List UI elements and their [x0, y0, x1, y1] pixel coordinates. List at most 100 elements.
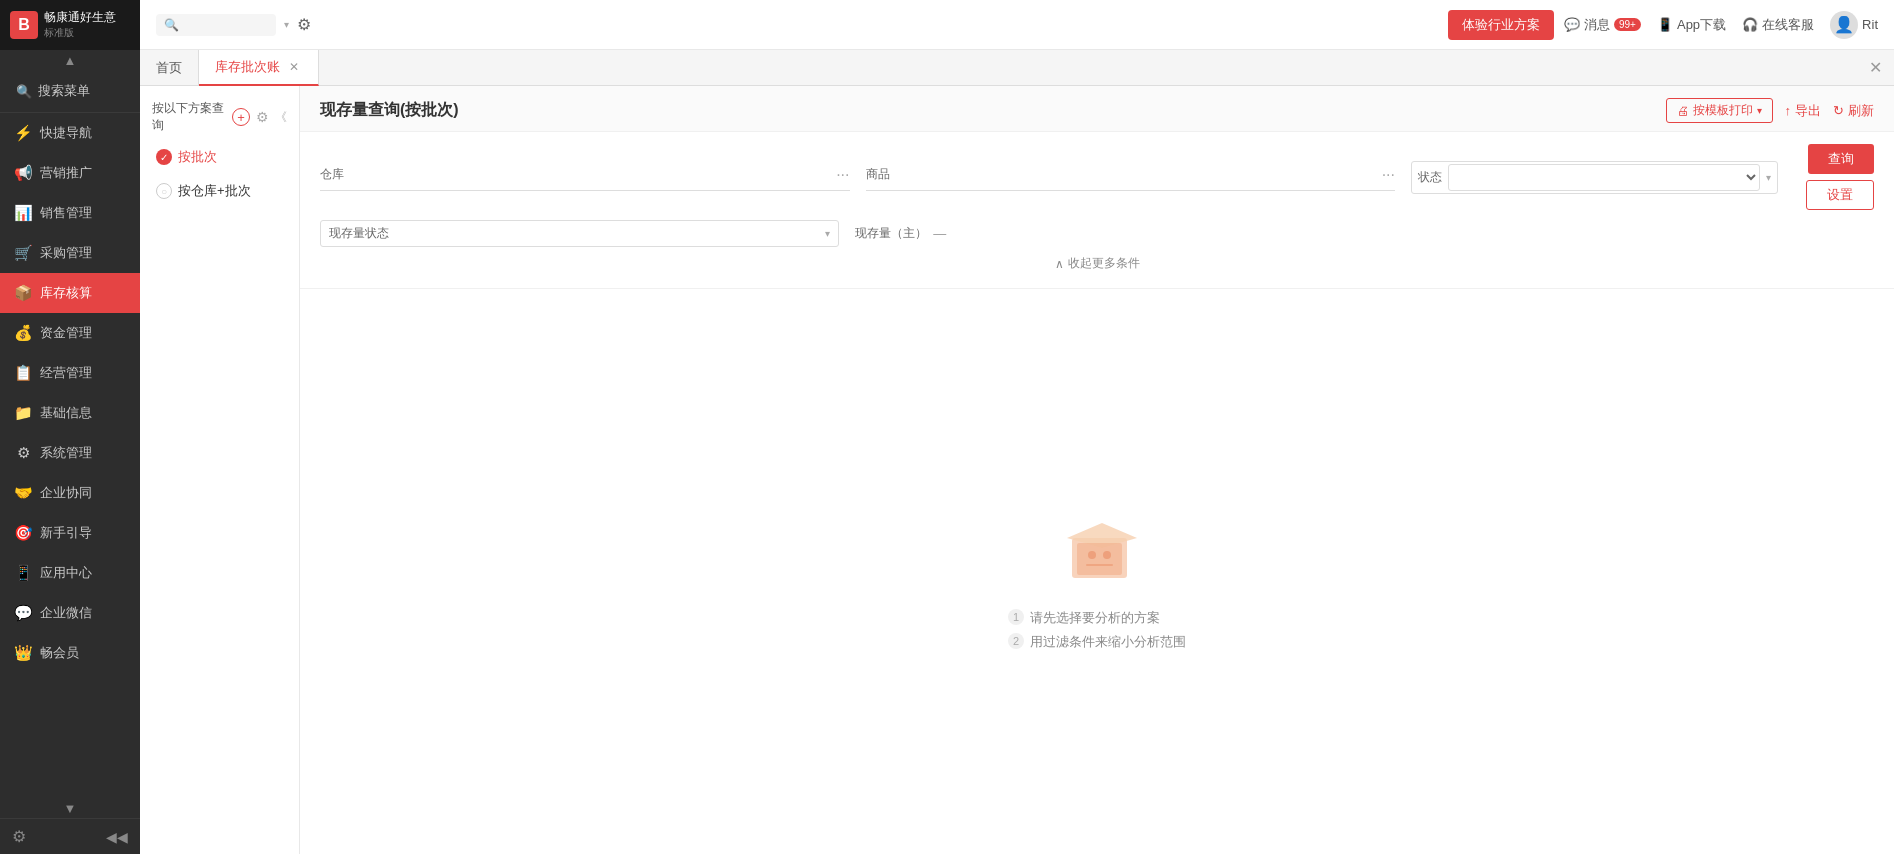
left-panel: 按以下方案查询 + ⚙ 《 ✓ 按批次 ○ 按仓库+批次 [140, 86, 300, 854]
tip-number-1: 1 [1008, 609, 1024, 625]
tab-home-label: 首页 [156, 59, 182, 77]
app-logo: B [10, 11, 38, 39]
collapse-row: ∧ 收起更多条件 [320, 251, 1874, 276]
panel-header-label: 按以下方案查询 [152, 100, 232, 134]
vip-icon: 👑 [14, 644, 32, 662]
sidebar-item-label: 资金管理 [40, 324, 92, 342]
sidebar-item-newuser[interactable]: 🎯 新手引导 [0, 513, 140, 553]
warehouse-input[interactable] [350, 163, 830, 186]
panel-collapse-icon[interactable]: 《 [275, 109, 287, 126]
sidebar-item-basics[interactable]: 📁 基础信息 [0, 393, 140, 433]
empty-tips: 1 请先选择要分析的方案 2 用过滤条件来缩小分析范围 [1008, 609, 1186, 651]
online-support-btn[interactable]: 🎧 在线客服 [1742, 16, 1814, 34]
tip-text-1: 请先选择要分析的方案 [1030, 609, 1160, 627]
sidebar-item-purchase[interactable]: 🛒 采购管理 [0, 233, 140, 273]
tab-inventory-batch-label: 库存批次账 [215, 58, 280, 76]
sidebar-footer: ⚙ ◀◀ [0, 818, 140, 854]
headset-icon: 🎧 [1742, 17, 1758, 32]
refresh-label: 刷新 [1848, 102, 1874, 120]
marketing-icon: 📢 [14, 164, 32, 182]
sidebar-item-system[interactable]: ⚙ 系统管理 [0, 433, 140, 473]
panel-header-actions: + ⚙ 《 [232, 108, 287, 126]
inventory-status-arrow[interactable]: ▾ [825, 228, 830, 239]
inventory-status-group: 现存量状态 ▾ [320, 220, 839, 247]
finance-icon: 💰 [14, 324, 32, 342]
settings-btn[interactable]: 设置 [1806, 180, 1874, 210]
sidebar-item-finance[interactable]: 💰 资金管理 [0, 313, 140, 353]
product-more-btn[interactable]: ··· [1382, 166, 1395, 184]
sidebar-item-label: 新手引导 [40, 524, 92, 542]
sidebar-item-wechat[interactable]: 💬 企业微信 [0, 593, 140, 633]
page-content-wrapper: 按以下方案查询 + ⚙ 《 ✓ 按批次 ○ 按仓库+批次 现存量查询(按批次) [140, 86, 1894, 854]
collapse-up-icon: ∧ [1055, 257, 1064, 271]
app-download-icon: 📱 [1657, 17, 1673, 32]
topbar-dropdown-arrow[interactable]: ▾ [284, 19, 289, 30]
sidebar-item-appstore[interactable]: 📱 应用中心 [0, 553, 140, 593]
status-filter-group: 状态 启用 停用 ▾ [1411, 161, 1778, 194]
refresh-icon: ↻ [1833, 103, 1844, 118]
sidebar-item-label: 应用中心 [40, 564, 92, 582]
collapse-btn[interactable]: ∧ 收起更多条件 [1047, 251, 1148, 276]
svg-point-4 [1103, 551, 1111, 559]
sidebar-item-sales[interactable]: 📊 销售管理 [0, 193, 140, 233]
tab-close-btn[interactable]: ✕ [286, 59, 302, 75]
tab-close-all-btn[interactable]: ✕ [1857, 58, 1894, 77]
status-select[interactable]: 启用 停用 [1448, 164, 1760, 191]
print-btn[interactable]: 🖨 按模板打印 ▾ [1666, 98, 1773, 123]
tip-item-2: 2 用过滤条件来缩小分析范围 [1008, 633, 1186, 651]
tab-home[interactable]: 首页 [140, 50, 199, 86]
tip-item-1: 1 请先选择要分析的方案 [1008, 609, 1186, 627]
user-menu-btn[interactable]: 👤 Rit [1830, 11, 1878, 39]
sidebar-toggle-icon[interactable]: ◀◀ [106, 829, 128, 845]
app-download-btn[interactable]: 📱 App下载 [1657, 16, 1726, 34]
message-label: 消息 [1584, 16, 1610, 34]
sidebar-item-enterprise[interactable]: 🤝 企业协同 [0, 473, 140, 513]
plan-item-by-warehouse-batch[interactable]: ○ 按仓库+批次 [140, 174, 299, 208]
newuser-icon: 🎯 [14, 524, 32, 542]
message-btn[interactable]: 💬 消息 99+ [1564, 16, 1641, 34]
print-dropdown-arrow[interactable]: ▾ [1757, 105, 1762, 116]
tab-inventory-batch[interactable]: 库存批次账 ✕ [199, 50, 319, 86]
sidebar-item-vip[interactable]: 👑 畅会员 [0, 633, 140, 673]
app-title: 畅康通好生意 [44, 10, 116, 26]
empty-state: 1 请先选择要分析的方案 2 用过滤条件来缩小分析范围 [300, 289, 1894, 854]
sidebar-item-label: 营销推广 [40, 164, 92, 182]
refresh-btn[interactable]: ↻ 刷新 [1833, 102, 1874, 120]
topbar-settings-icon[interactable]: ⚙ [297, 15, 311, 34]
sidebar-scroll-up[interactable]: ▲ [0, 50, 140, 70]
page-title: 现存量查询(按批次) [320, 100, 459, 121]
inventory-qty-separator: — [933, 226, 946, 241]
sidebar-item-operations[interactable]: 📋 经营管理 [0, 353, 140, 393]
product-input[interactable] [896, 163, 1376, 186]
topbar-search-box[interactable]: 🔍 [156, 14, 276, 36]
query-btn[interactable]: 查询 [1808, 144, 1874, 174]
quick-nav-icon: ⚡ [14, 124, 32, 142]
plan-active-dot: ✓ [156, 149, 172, 165]
sidebar-settings-icon[interactable]: ⚙ [12, 827, 26, 846]
plan-inactive-dot: ○ [156, 183, 172, 199]
warehouse-label: 仓库 [320, 166, 344, 183]
sidebar-scroll-down[interactable]: ▼ [0, 798, 140, 818]
sidebar-item-label: 销售管理 [40, 204, 92, 222]
search-menu-btn[interactable]: 🔍 搜索菜单 [10, 78, 130, 104]
sidebar-item-inventory[interactable]: 📦 库存核算 [0, 273, 140, 313]
export-label: 导出 [1795, 102, 1821, 120]
plan-item-by-batch[interactable]: ✓ 按批次 [140, 140, 299, 174]
user-avatar: 👤 [1830, 11, 1858, 39]
sidebar-item-quick-nav[interactable]: ⚡ 快捷导航 [0, 113, 140, 153]
plan-by-batch-label: 按批次 [178, 148, 217, 166]
filter-area: 仓库 ··· 商品 ··· 状态 启 [300, 132, 1894, 289]
sidebar-item-label: 快捷导航 [40, 124, 92, 142]
right-content: 现存量查询(按批次) 🖨 按模板打印 ▾ ↑ 导出 ↻ 刷新 [300, 86, 1894, 854]
add-plan-btn[interactable]: + [232, 108, 250, 126]
warehouse-more-btn[interactable]: ··· [836, 166, 849, 184]
export-btn[interactable]: ↑ 导出 [1785, 102, 1822, 120]
sidebar-item-marketing[interactable]: 📢 营销推广 [0, 153, 140, 193]
svg-rect-2 [1077, 543, 1122, 575]
topbar-search-icon: 🔍 [164, 18, 179, 32]
sidebar-item-label: 采购管理 [40, 244, 92, 262]
product-filter-group: 商品 ··· [866, 163, 1396, 191]
topbar: 🔍 ▾ ⚙ 体验行业方案 💬 消息 99+ 📱 App下载 🎧 在线客服 👤 [140, 0, 1894, 50]
experience-btn[interactable]: 体验行业方案 [1448, 10, 1554, 40]
plan-settings-icon[interactable]: ⚙ [256, 109, 269, 125]
